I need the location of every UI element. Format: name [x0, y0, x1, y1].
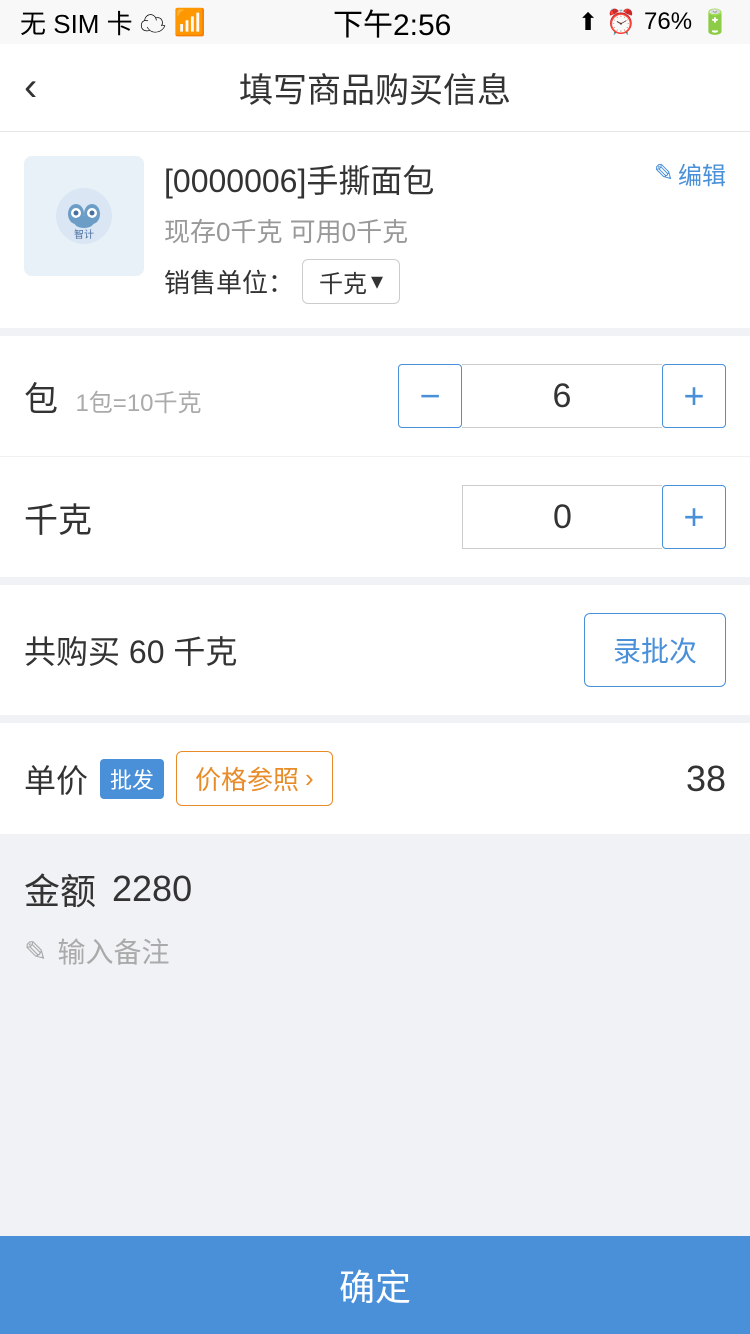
product-info: [0000006]手撕面包 ✎ 编辑 现存0千克 可用0千克 销售单位： 千克 … [164, 156, 726, 304]
record-batch-button[interactable]: 录批次 [584, 613, 726, 687]
bao-input[interactable] [462, 364, 662, 428]
price-section: 单价 批发 价格参照 › 38 [0, 723, 750, 835]
kg-label: 千克 [24, 493, 124, 542]
product-image: 智计 [24, 156, 144, 276]
amount-label: 金额 [24, 863, 96, 915]
status-left: 无 SIM 卡 ☁ 📶 [20, 4, 206, 41]
total-text: 共购买 60 千克 [24, 627, 237, 673]
price-tag: 批发 [100, 759, 164, 799]
status-bar: 无 SIM 卡 ☁ 📶 下午2:56 ⬆ ⏰ 76% 🔋 [0, 0, 750, 44]
price-value: 38 [686, 758, 726, 800]
price-reference-button[interactable]: 价格参照 › [176, 751, 333, 806]
status-time: 下午2:56 [333, 0, 451, 44]
svg-text:智计: 智计 [74, 228, 94, 241]
bao-decrement-button[interactable]: − [398, 364, 462, 428]
kg-increment-button[interactable]: + [662, 485, 726, 549]
battery-icon: 🔋 [700, 8, 730, 37]
battery-level: 76% [644, 8, 692, 36]
bao-increment-button[interactable]: + [662, 364, 726, 428]
product-unit: 销售单位： 千克 ▾ [164, 259, 726, 304]
status-right: ⬆ ⏰ 76% 🔋 [578, 8, 730, 37]
unit-select[interactable]: 千克 ▾ [302, 259, 400, 304]
edit-icon: ✎ [654, 159, 674, 188]
bao-label: 包 1包=10千克 [24, 372, 202, 421]
page-title: 填写商品购买信息 [239, 63, 511, 112]
amount-section: 金额 2280 ✎ 输入备注 [0, 835, 750, 987]
product-stock: 现存0千克 可用0千克 [164, 212, 726, 249]
bao-controls: − + [202, 364, 726, 428]
wifi-icon: 📶 [174, 7, 206, 38]
nav-bar: ‹ 填写商品购买信息 [0, 44, 750, 132]
note-row[interactable]: ✎ 输入备注 [24, 931, 726, 971]
edit-button[interactable]: ✎ 编辑 [654, 156, 726, 191]
amount-row: 金额 2280 [24, 863, 726, 915]
location-icon: ⬆ [578, 8, 598, 37]
unit-label: 销售单位： [164, 263, 294, 300]
chevron-right-icon: › [305, 763, 314, 794]
price-label: 单价 批发 价格参照 › [24, 751, 333, 806]
product-name: [0000006]手撕面包 [164, 156, 434, 202]
edit-label: 编辑 [678, 156, 726, 191]
kg-input[interactable] [462, 485, 662, 549]
kg-row: 千克 + [0, 457, 750, 577]
amount-value: 2280 [112, 868, 192, 910]
product-card: 智计 [0000006]手撕面包 ✎ 编辑 现存0千克 可用0千克 销售单位： … [0, 132, 750, 336]
bao-sub: 1包=10千克 [75, 390, 201, 417]
alarm-icon: ⏰ [606, 8, 636, 37]
bao-row: 包 1包=10千克 − + [0, 336, 750, 457]
pencil-icon: ✎ [24, 935, 47, 968]
sim-status: 无 SIM 卡 ☁ [20, 4, 166, 41]
dropdown-icon: ▾ [371, 267, 383, 296]
form-section: 包 1包=10千克 − + 千克 + [0, 336, 750, 585]
kg-controls: + [124, 485, 726, 549]
total-row: 共购买 60 千克 录批次 [0, 585, 750, 723]
back-button[interactable]: ‹ [24, 65, 37, 110]
confirm-button[interactable]: 确定 [0, 1236, 750, 1334]
note-placeholder: 输入备注 [57, 931, 169, 971]
